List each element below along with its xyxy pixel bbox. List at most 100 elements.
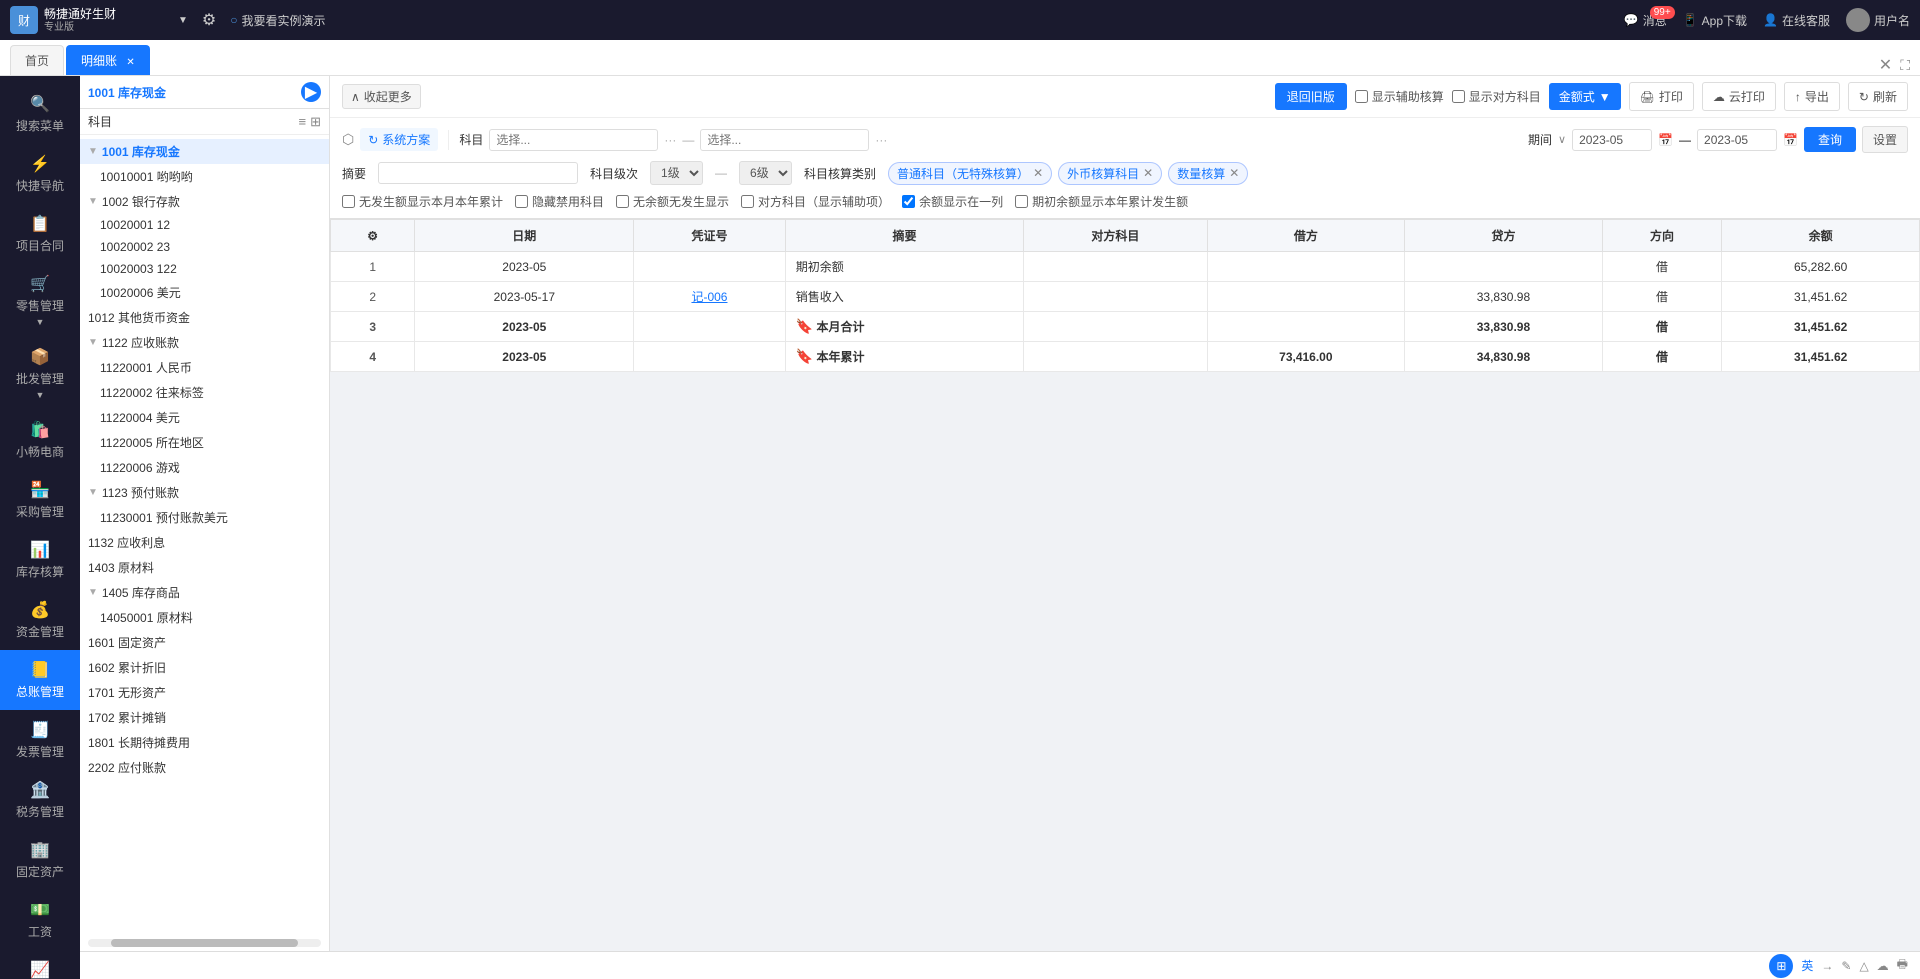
sidebar-item-finance[interactable]: 💰 资金管理: [0, 590, 80, 650]
tree-item-1403[interactable]: 1403 原材料: [80, 555, 329, 580]
calendar-icon-1[interactable]: 📅: [1658, 133, 1673, 147]
tag-remove-foreign[interactable]: ✕: [1143, 166, 1153, 180]
subject-level-from-select[interactable]: 1级2级3级: [650, 161, 703, 185]
row-opposite: [1024, 342, 1207, 372]
query-button[interactable]: 查询: [1804, 127, 1856, 152]
export-button[interactable]: ↑ 导出: [1784, 82, 1840, 111]
settings-icon[interactable]: ⚙: [196, 10, 222, 30]
bottom-icon-1[interactable]: ⊞: [1769, 954, 1793, 978]
tree-item-11220002[interactable]: 11220002 往来标签: [80, 380, 329, 405]
tree-item-2202[interactable]: 2202 应付账款: [80, 755, 329, 780]
bottom-lang-label[interactable]: 英: [1801, 957, 1813, 974]
messages-button[interactable]: 💬 消息 99+: [1624, 12, 1667, 29]
sidebar-item-tax[interactable]: 🏦 税务管理: [0, 770, 80, 830]
format-dropdown-button[interactable]: 金额式 ▼: [1549, 83, 1621, 110]
user-info[interactable]: 用户名: [1846, 8, 1910, 32]
account-nav-button[interactable]: ▶: [301, 82, 321, 102]
sidebar-item-retail[interactable]: 🛒 零售管理 ▼: [0, 264, 80, 337]
sidebar-item-salary[interactable]: 💵 工资: [0, 890, 80, 950]
tree-scrollbar[interactable]: [88, 939, 321, 947]
close-tab-icon[interactable]: ✕: [126, 57, 134, 68]
sidebar-item-search[interactable]: 🔍 搜索菜单: [0, 84, 80, 144]
sidebar-item-inventory[interactable]: 📊 库存核算: [0, 530, 80, 590]
expand-button[interactable]: ∧ 收起更多: [342, 84, 421, 109]
summary-input[interactable]: [378, 162, 578, 184]
voucher-link[interactable]: 记-006: [691, 290, 727, 304]
tree-item-1701[interactable]: 1701 无形资产: [80, 680, 329, 705]
tag-remove-qty[interactable]: ✕: [1229, 166, 1239, 180]
subject-level-to-select[interactable]: 6级3级4级: [739, 161, 792, 185]
tree-item-14050001[interactable]: 14050001 原材料: [80, 605, 329, 630]
setting-button[interactable]: 设置: [1862, 126, 1908, 153]
checkbox-balance-one-col[interactable]: 余额显示在一列: [902, 193, 1003, 210]
sidebar-item-purchase[interactable]: 🏪 采购管理: [0, 470, 80, 530]
tree-list-icon[interactable]: ≡: [299, 114, 307, 129]
tree-item-1002[interactable]: ▼ 1002 银行存款: [80, 189, 329, 214]
close-window-icon[interactable]: ✕: [1879, 55, 1892, 75]
period-from-input[interactable]: [1572, 129, 1652, 151]
show-opposite-checkbox[interactable]: 显示对方科目: [1452, 88, 1541, 105]
sidebar-item-ecommerce[interactable]: 🛍️ 小畅电商: [0, 410, 80, 470]
print-button[interactable]: 🖨 打印: [1629, 82, 1694, 111]
tree-item-1132[interactable]: 1132 应收利息: [80, 530, 329, 555]
tree-item-11220001[interactable]: 11220001 人民币: [80, 355, 329, 380]
period-to-input[interactable]: [1697, 129, 1777, 151]
refresh-button[interactable]: ↻ 刷新: [1848, 82, 1908, 111]
tab-home[interactable]: 首页: [10, 45, 64, 75]
sidebar-item-invoice[interactable]: 🧾 发票管理: [0, 710, 80, 770]
tree-item-1801[interactable]: 1801 长期待摊费用: [80, 730, 329, 755]
tree-item-1601[interactable]: 1601 固定资产: [80, 630, 329, 655]
subject-input-to[interactable]: [700, 129, 869, 151]
tree-item-1123[interactable]: ▼ 1123 预付账款: [80, 480, 329, 505]
sidebar-item-wholesale[interactable]: 📦 批发管理 ▼: [0, 337, 80, 410]
app-dropdown[interactable]: ▼: [178, 15, 188, 26]
cloud-print-button[interactable]: ☁ 云打印: [1702, 82, 1776, 111]
tree-item-1702[interactable]: 1702 累计摊销: [80, 705, 329, 730]
tree-item-11220004[interactable]: 11220004 美元: [80, 405, 329, 430]
tree-item-11220006[interactable]: 11220006 游戏: [80, 455, 329, 480]
sidebar-item-ops[interactable]: 📈 经营管理: [0, 950, 80, 979]
checkbox-opposite[interactable]: 对方科目（显示辅助项）: [741, 193, 890, 210]
filter-left-icon[interactable]: ⬡: [342, 131, 354, 148]
tree-item-10010001[interactable]: 10010001 哟哟哟: [80, 164, 329, 189]
maximize-icon[interactable]: ⛶: [1900, 57, 1910, 74]
sidebar-item-assets[interactable]: 🏢 固定资产: [0, 830, 80, 890]
summary-label: 摘要: [342, 165, 366, 182]
col-settings[interactable]: ⚙: [331, 220, 415, 252]
tree-item-11220005[interactable]: 11220005 所在地区: [80, 430, 329, 455]
tree-expand-icon[interactable]: ⊞: [310, 114, 321, 130]
checkbox-initial-balance[interactable]: 期初余额显示本年累计发生额: [1015, 193, 1188, 210]
bottom-icon-5[interactable]: ☁: [1877, 959, 1889, 973]
tree-item-1001[interactable]: ▼ 1001 库存现金: [80, 139, 329, 164]
bottom-icon-4[interactable]: △: [1859, 959, 1868, 973]
tree-item-1602[interactable]: 1602 累计折旧: [80, 655, 329, 680]
tree-item-10020003[interactable]: 10020003 122: [80, 258, 329, 280]
demo-link[interactable]: ○ 我要看实例演示: [230, 12, 325, 29]
back-old-version-button[interactable]: 退回旧版: [1275, 83, 1347, 110]
sidebar-item-project[interactable]: 📋 项目合同: [0, 204, 80, 264]
tree-item-11230001[interactable]: 11230001 预付账款美元: [80, 505, 329, 530]
app-download-button[interactable]: 📱 App下载: [1683, 12, 1747, 29]
checkbox-no-balance[interactable]: 无余额无发生显示: [616, 193, 729, 210]
sidebar-item-nav[interactable]: ⚡ 快捷导航: [0, 144, 80, 204]
tree-item-10020006[interactable]: 10020006 美元: [80, 280, 329, 305]
online-service-button[interactable]: 👤 在线客服: [1763, 12, 1830, 29]
service-icon: 👤: [1763, 13, 1778, 27]
tree-item-1405[interactable]: ▼ 1405 库存商品: [80, 580, 329, 605]
tree-item-10020001[interactable]: 10020001 12: [80, 214, 329, 236]
checkbox-hide-disabled[interactable]: 隐藏禁用科目: [515, 193, 604, 210]
show-auxiliary-checkbox[interactable]: 显示辅助核算: [1355, 88, 1444, 105]
bottom-icon-2[interactable]: →: [1821, 959, 1833, 973]
subject-input[interactable]: [489, 129, 658, 151]
bottom-icon-6[interactable]: 🖶: [1897, 955, 1908, 976]
sidebar-item-ledger[interactable]: 📒 总账管理: [0, 650, 80, 710]
tree-item-1012[interactable]: 1012 其他货币资金: [80, 305, 329, 330]
checkbox-no-occurrence[interactable]: 无发生额显示本月本年累计: [342, 193, 503, 210]
tree-item-10020002[interactable]: 10020002 23: [80, 236, 329, 258]
bottom-icon-3[interactable]: ✎: [1841, 959, 1851, 973]
query-scheme-button[interactable]: ↻ 系统方案: [360, 128, 438, 151]
calendar-icon-2[interactable]: 📅: [1783, 133, 1798, 147]
tab-detail[interactable]: 明细账 ✕: [66, 45, 150, 75]
tree-item-1122[interactable]: ▼ 1122 应收账款: [80, 330, 329, 355]
tag-remove-normal[interactable]: ✕: [1033, 166, 1043, 180]
